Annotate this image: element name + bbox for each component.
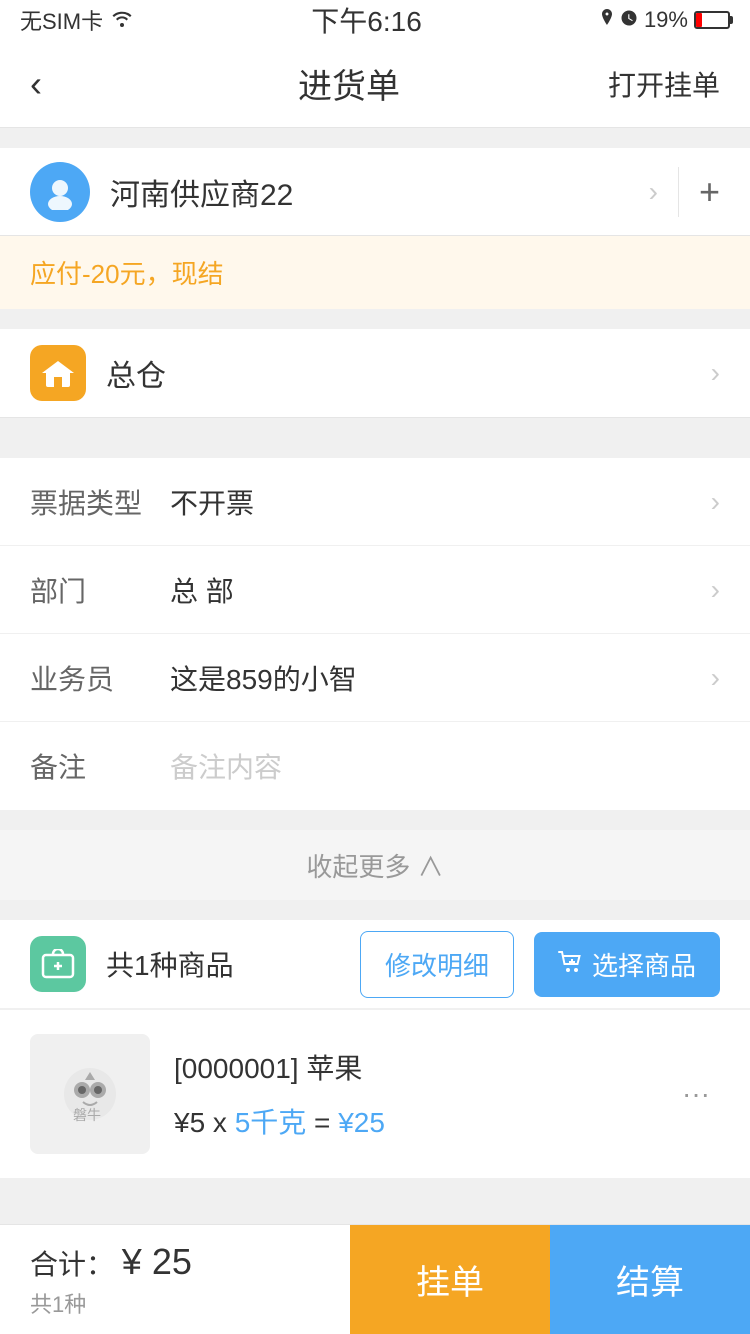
total-value: ¥ 25 [122, 1241, 192, 1282]
svg-text:磐牛: 磐牛 [73, 1107, 101, 1123]
status-left: 无SIM卡 [20, 4, 133, 36]
invoice-type-label: 票据类型 [30, 482, 150, 522]
supplier-notice: 应付-20元，现结 [0, 236, 750, 309]
form-section: 票据类型 不开票 › 部门 总 部 › 业务员 这是859的小智 › 备注 备注… [0, 458, 750, 810]
remark-row[interactable]: 备注 备注内容 [0, 722, 750, 810]
more-button[interactable]: ··· [672, 1068, 720, 1120]
warehouse-row[interactable]: 总仓 › [0, 329, 750, 417]
department-row[interactable]: 部门 总 部 › [0, 546, 750, 634]
product-title: 苹果 [306, 1053, 362, 1084]
back-button[interactable]: ‹ [30, 63, 90, 105]
page-title: 进货单 [298, 59, 400, 108]
location-icon [600, 7, 614, 33]
select-product-label: 选择商品 [592, 946, 696, 983]
salesman-value: 这是859的小智 [150, 658, 711, 698]
warehouse-icon [30, 345, 86, 401]
wifi-icon [111, 7, 133, 33]
supplier-avatar [30, 162, 90, 222]
product-header: 共1种商品 修改明细 选择商品 [0, 920, 750, 1008]
invoice-type-row[interactable]: 票据类型 不开票 › [0, 458, 750, 546]
total-label: 合计： [30, 1249, 114, 1280]
salesman-chevron-icon: › [711, 662, 720, 694]
salesman-label: 业务员 [30, 658, 150, 698]
product-thumbnail: 磐牛 [30, 1034, 150, 1154]
supplier-name: 河南供应商22 [110, 170, 649, 214]
product-name: [0000001] 苹果 [174, 1047, 648, 1087]
checkout-button[interactable]: 结算 [550, 1225, 750, 1334]
carrier-text: 无SIM卡 [20, 4, 103, 36]
unit-price: ¥5 x [174, 1107, 235, 1138]
warehouse-section: 总仓 › [0, 329, 750, 418]
section-gap-3 [0, 418, 750, 438]
product-item: 磐牛 [0000001] 苹果 ¥5 x 5千克 = ¥25 ··· [0, 1010, 750, 1178]
remark-input[interactable]: 备注内容 [150, 746, 720, 786]
select-product-button[interactable]: 选择商品 [534, 932, 720, 997]
alarm-icon [620, 7, 638, 33]
battery-icon [694, 11, 730, 29]
chevron-right-icon: › [649, 176, 658, 208]
subtotal: ¥25 [338, 1107, 385, 1138]
invoice-chevron-icon: › [711, 486, 720, 518]
product-price-row: ¥5 x 5千克 = ¥25 [174, 1101, 648, 1141]
battery-percentage: 19% [644, 7, 688, 33]
hang-button[interactable]: 挂单 [350, 1225, 550, 1334]
total-amount-row: 合计： ¥ 25 [30, 1241, 320, 1283]
remark-label: 备注 [30, 746, 150, 786]
status-time: 下午6:16 [311, 0, 422, 40]
equals: = [306, 1107, 338, 1138]
supplier-divider [678, 167, 679, 217]
total-count: 共1种 [30, 1287, 320, 1319]
department-value: 总 部 [150, 570, 711, 610]
supplier-row[interactable]: 河南供应商22 › + [0, 148, 750, 236]
department-label: 部门 [30, 570, 150, 610]
section-gap-1 [0, 128, 750, 148]
department-chevron-icon: › [711, 574, 720, 606]
product-icon [30, 936, 86, 992]
quantity: 5千克 [235, 1107, 307, 1138]
product-code: [0000001] [174, 1053, 306, 1084]
open-hang-button[interactable]: 打开挂单 [608, 64, 720, 104]
total-section: 合计： ¥ 25 共1种 [0, 1241, 350, 1319]
add-supplier-button[interactable]: + [699, 171, 720, 213]
invoice-type-value: 不开票 [150, 482, 711, 522]
nav-bar: ‹ 进货单 打开挂单 [0, 40, 750, 128]
bottom-bar: 合计： ¥ 25 共1种 挂单 结算 [0, 1224, 750, 1334]
salesman-row[interactable]: 业务员 这是859的小智 › [0, 634, 750, 722]
warehouse-name: 总仓 [106, 351, 711, 395]
edit-detail-button[interactable]: 修改明细 [360, 931, 514, 998]
collapse-button[interactable]: 收起更多 ∧ [0, 830, 750, 900]
status-bar: 无SIM卡 下午6:16 19% [0, 0, 750, 40]
supplier-section: 河南供应商22 › + 应付-20元，现结 [0, 148, 750, 309]
product-info: [0000001] 苹果 ¥5 x 5千克 = ¥25 [174, 1047, 648, 1141]
status-right: 19% [600, 7, 730, 33]
cart-icon [558, 949, 584, 980]
product-count: 共1种商品 [106, 944, 340, 984]
section-gap-2 [0, 309, 750, 329]
warehouse-chevron-icon: › [711, 357, 720, 389]
